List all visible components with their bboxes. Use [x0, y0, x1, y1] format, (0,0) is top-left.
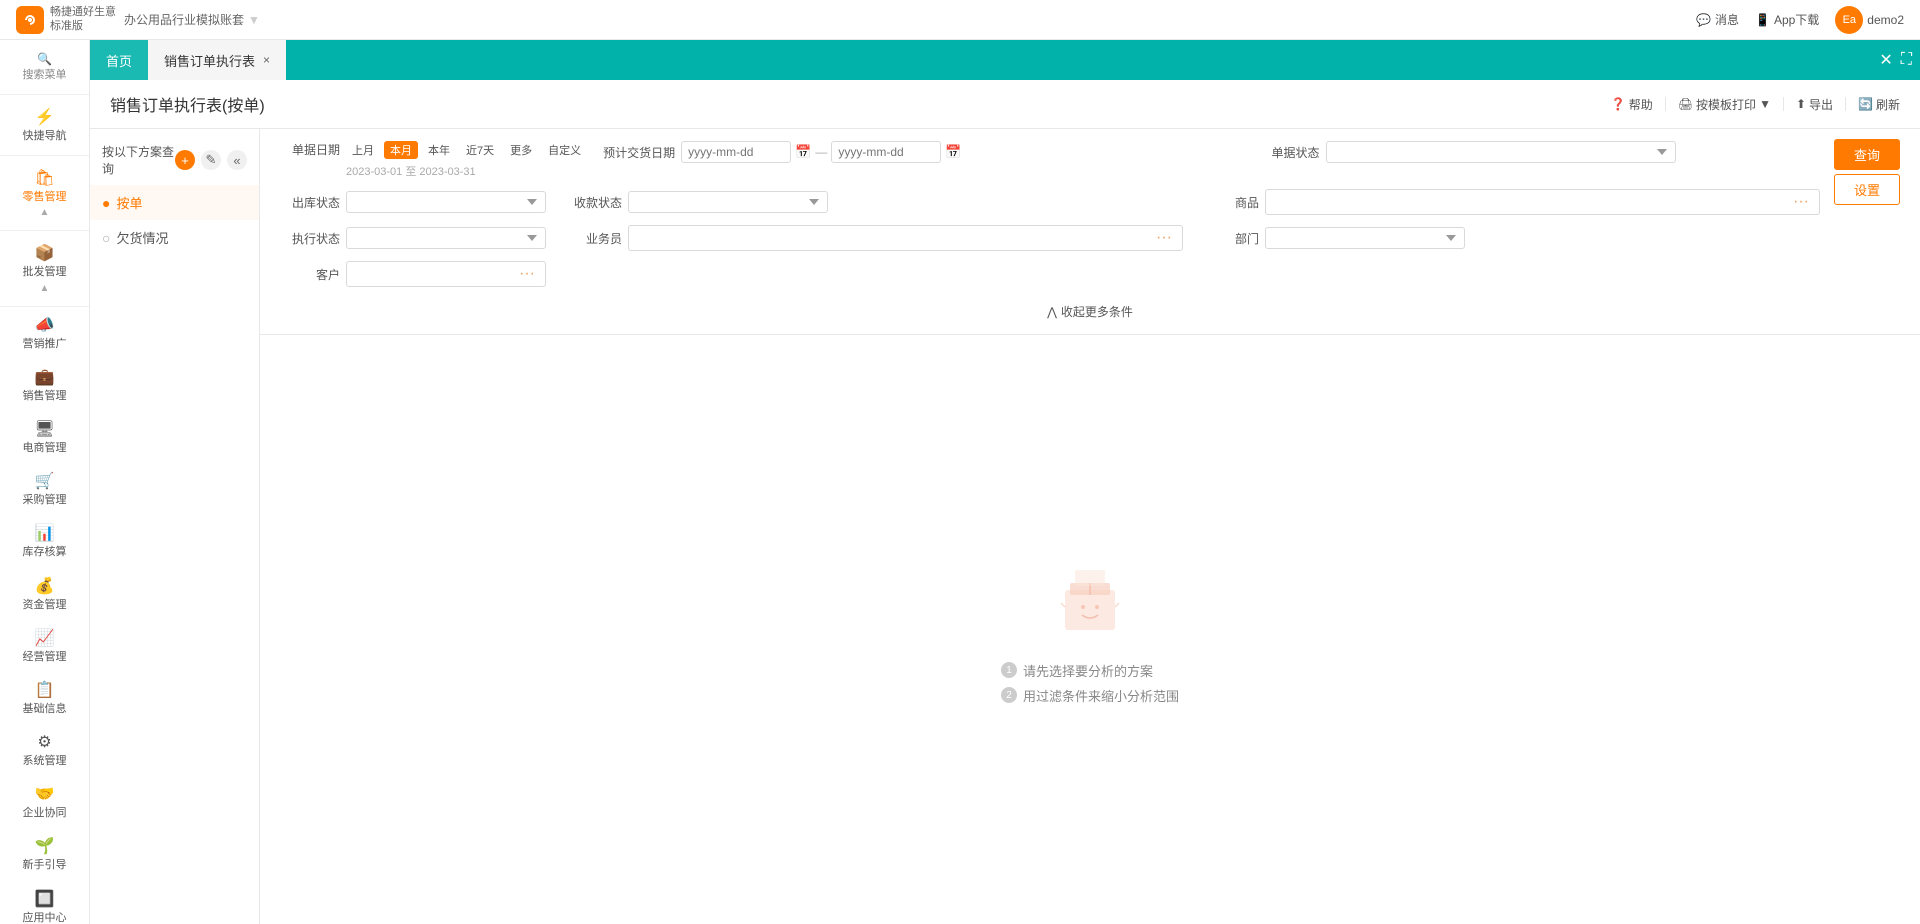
date-range-display: 2023-03-01 至 2023-03-31 [346, 163, 587, 179]
scheme-item-by-order[interactable]: ● 按单 [90, 185, 259, 220]
date-btn-custom[interactable]: 自定义 [542, 141, 587, 159]
hint1-num: 1 [1001, 662, 1017, 678]
avatar: Ea [1835, 6, 1863, 34]
app-download-button[interactable]: 📱 App下载 [1755, 11, 1819, 28]
date-btn-this-year[interactable]: 本年 [422, 141, 456, 159]
date-label: 单据日期 [280, 141, 340, 158]
sidebar-item-finance[interactable]: 💰 资金管理 [0, 568, 89, 620]
left-panel-title: 按以下方案查询 [102, 143, 175, 177]
date-btn-last-7[interactable]: 近7天 [460, 141, 500, 159]
divider1 [1665, 97, 1666, 111]
sidebar-item-appstore[interactable]: 🔲 应用中心 [0, 881, 89, 924]
edit-scheme-button[interactable]: ✎ [201, 150, 221, 170]
message-icon: 💬 [1696, 13, 1711, 27]
page-title: 销售订单执行表(按单) [110, 92, 265, 116]
sidebar-item-retail[interactable]: 🛍 零售管理 ▲ [0, 160, 89, 226]
right-panel: 单据日期 上月 本月 本年 近7天 更多 [260, 129, 1920, 924]
sidebar-item-wholesale[interactable]: 📦 批发管理 ▲ [0, 235, 89, 301]
calendar-to-icon[interactable]: 📅 [945, 144, 961, 160]
goods-picker-button[interactable]: ··· [1789, 193, 1813, 211]
status-select[interactable] [1326, 141, 1676, 163]
left-panel: 按以下方案查询 + ✎ « ● 按单 ○ 欠货情况 [90, 129, 260, 924]
export-icon: ⬆ [1796, 97, 1806, 111]
print-arrow-icon: ▼ [1759, 97, 1771, 111]
breadcrumb[interactable]: 办公用品行业模拟账套 ▼ [124, 11, 260, 28]
logo-text: 畅捷通好生意 标准版 [50, 6, 116, 32]
settings-button[interactable]: 设置 [1834, 174, 1900, 205]
predicted-date-label: 预计交货日期 [603, 144, 675, 161]
download-icon: 📱 [1755, 13, 1770, 27]
hint-1: 1 请先选择要分析的方案 [1001, 661, 1179, 680]
salesman-label: 业务员 [562, 230, 622, 247]
help-button[interactable]: ❓ 帮助 [1611, 96, 1653, 113]
dept-select[interactable] [1265, 227, 1465, 249]
out-status-label: 出库状态 [280, 194, 340, 211]
app-logo: 畅捷通好生意 标准版 [16, 6, 116, 34]
add-scheme-button[interactable]: + [175, 150, 195, 170]
sidebar-item-marketing[interactable]: 📣 营销推广 [0, 307, 89, 359]
sidebar-item-newbie[interactable]: 🌱 新手引导 [0, 828, 89, 880]
refresh-icon: 🔄 [1858, 97, 1873, 111]
tab-bar: 首页 销售订单执行表 × ✕ ⛶ [90, 40, 1920, 80]
tab-sales-order[interactable]: 销售订单执行表 × [148, 40, 286, 80]
date-sep: — [815, 145, 827, 159]
maximize-icon[interactable]: ⛶ [1901, 51, 1912, 69]
export-button[interactable]: ⬆ 导出 [1796, 96, 1833, 113]
help-icon: ❓ [1611, 97, 1626, 111]
receipt-status-label: 收款状态 [562, 194, 622, 211]
sidebar-item-enterprise[interactable]: 🤝 企业协同 [0, 776, 89, 828]
exec-status-select[interactable] [346, 227, 546, 249]
logo-icon [16, 6, 44, 34]
out-status-select[interactable] [346, 191, 546, 213]
tab-close-icon[interactable]: × [263, 53, 270, 67]
message-button[interactable]: 💬 消息 [1696, 11, 1739, 28]
predicted-date-to[interactable] [831, 141, 941, 163]
tab-home[interactable]: 首页 [90, 40, 148, 80]
predicted-date-from[interactable] [681, 141, 791, 163]
sidebar-item-operations[interactable]: 📈 经营管理 [0, 620, 89, 672]
print-button[interactable]: 🖨 按模板打印 ▼ [1678, 96, 1771, 113]
sidebar-item-purchase[interactable]: 🛒 采购管理 [0, 463, 89, 515]
hint2-num: 2 [1001, 687, 1017, 703]
filter-area: 单据日期 上月 本月 本年 近7天 更多 [260, 129, 1920, 335]
breadcrumb-arrow: ▼ [248, 13, 260, 27]
sidebar: 🔍 搜索菜单 ⚡ 快捷导航 🛍 零售管理 ▲ 📦 [0, 40, 90, 924]
empty-hints: 1 请先选择要分析的方案 2 用过滤条件来缩小分析范围 [1001, 661, 1179, 705]
empty-state: 1 请先选择要分析的方案 2 用过滤条件来缩小分析范围 [260, 335, 1920, 924]
user-profile[interactable]: Ea demo2 [1835, 6, 1904, 34]
collapse-panel-button[interactable]: « [227, 150, 247, 170]
collapse-more-button[interactable]: ⋀ 收起更多条件 [280, 297, 1900, 326]
goods-label: 商品 [1199, 194, 1259, 211]
salesman-picker-button[interactable]: ··· [1152, 229, 1176, 247]
print-icon: 🖨 [1678, 97, 1693, 111]
scheme-item-backorder[interactable]: ○ 欠货情况 [90, 220, 259, 255]
calendar-from-icon[interactable]: 📅 [795, 144, 811, 160]
close-window-icon[interactable]: ✕ [1879, 50, 1892, 70]
date-btn-more[interactable]: 更多 [504, 141, 538, 159]
divider2 [1783, 97, 1784, 111]
divider3 [1845, 97, 1846, 111]
empty-illustration [1045, 555, 1135, 645]
hint-2: 2 用过滤条件来缩小分析范围 [1001, 686, 1179, 705]
refresh-button[interactable]: 🔄 刷新 [1858, 96, 1900, 113]
date-btn-this-month[interactable]: 本月 [384, 141, 418, 159]
sidebar-item-inventory[interactable]: 📊 库存核算 [0, 515, 89, 567]
sidebar-item-quicknav[interactable]: ⚡ 快捷导航 [0, 99, 89, 151]
sidebar-item-system[interactable]: ⚙ 系统管理 [0, 724, 89, 776]
exec-status-label: 执行状态 [280, 230, 340, 247]
customer-picker-button[interactable]: ··· [515, 265, 539, 283]
sidebar-item-basic[interactable]: 📋 基础信息 [0, 672, 89, 724]
sidebar-item-sales[interactable]: 💼 销售管理 [0, 359, 89, 411]
receipt-status-select[interactable] [628, 191, 828, 213]
sidebar-search-btn[interactable]: 🔍 搜索菜单 [0, 40, 89, 95]
page-header: 销售订单执行表(按单) ❓ 帮助 🖨 按模板打印 ▼ ⬆ [90, 80, 1920, 129]
dept-label: 部门 [1199, 230, 1259, 247]
customer-label: 客户 [280, 266, 340, 283]
date-btn-last-month[interactable]: 上月 [346, 141, 380, 159]
sidebar-item-ecommerce[interactable]: 🖥 电商管理 [0, 411, 89, 463]
status-label: 单据状态 [1260, 144, 1320, 161]
collapse-icon: ⋀ [1047, 305, 1057, 319]
query-button[interactable]: 查询 [1834, 139, 1900, 170]
